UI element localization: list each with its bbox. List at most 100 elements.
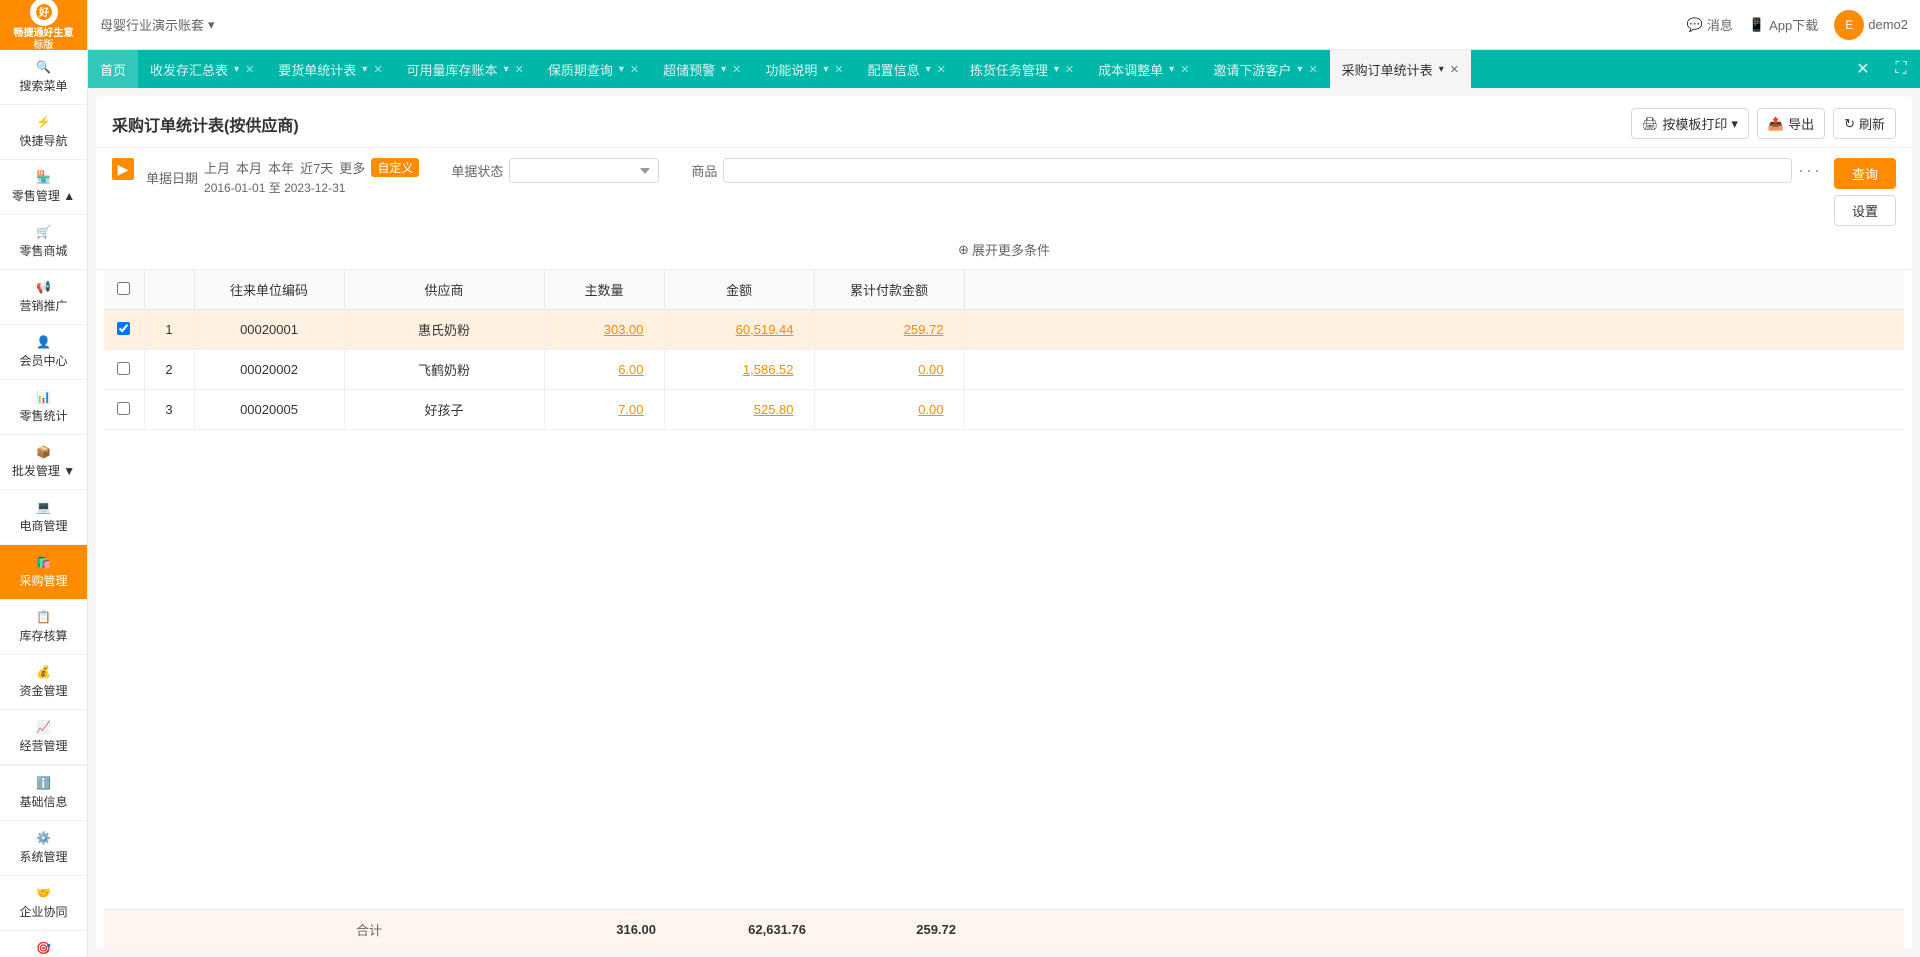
- sidebar-item-search[interactable]: 🔍 搜索菜单: [0, 50, 87, 105]
- app-download-label: App下载: [1769, 15, 1818, 34]
- paid-link[interactable]: 0.00: [918, 362, 943, 377]
- filter-area: ▶ 单据日期 上月 本月 本年 近7天 更多 自定义: [96, 148, 1912, 270]
- tab-close[interactable]: ✕: [732, 63, 741, 76]
- qty-link[interactable]: 6.00: [618, 362, 643, 377]
- tab-label: 可用量库存账本: [407, 60, 498, 79]
- filter-goods-item: 商品 ···: [691, 158, 1822, 183]
- status-select[interactable]: [509, 158, 659, 183]
- paid-link[interactable]: 0.00: [918, 402, 943, 417]
- sidebar-item-enterprise[interactable]: 🤝 企业协同: [0, 876, 87, 931]
- sidebar-item-member[interactable]: 👤 会员中心: [0, 325, 87, 380]
- sidebar-item-label: 搜索菜单: [19, 77, 67, 94]
- close-tab-btn[interactable]: ✕: [1844, 50, 1882, 88]
- shortcut-this-month[interactable]: 本月: [236, 158, 262, 177]
- tab-overstock[interactable]: 超储预警 ▾ ✕: [651, 50, 753, 88]
- sidebar-item-wholesale[interactable]: 📦 批发管理 ▼: [0, 435, 87, 490]
- custom-date-tag[interactable]: 自定义: [371, 158, 419, 177]
- tab-arrow: ▾: [234, 64, 239, 75]
- tab-arrow: ▾: [823, 64, 828, 75]
- template-print-button[interactable]: 🖨 按模板打印 ▾: [1631, 108, 1749, 139]
- td-no: 2: [144, 350, 194, 390]
- amount-link[interactable]: 525.80: [754, 402, 794, 417]
- sidebar-item-operations[interactable]: 📈 经营管理: [0, 710, 87, 765]
- tab-close[interactable]: ✕: [834, 63, 843, 76]
- tab-cost-adjust[interactable]: 成本调整单 ▾ ✕: [1086, 50, 1201, 88]
- user-profile[interactable]: E demo2: [1834, 10, 1908, 40]
- row-checkbox[interactable]: [117, 362, 130, 375]
- tab-picking-task[interactable]: 拣货任务管理 ▾ ✕: [958, 50, 1086, 88]
- avatar-text: E: [1845, 18, 1853, 32]
- sidebar-item-retail-shop[interactable]: 🛒 零售商城: [0, 215, 87, 270]
- shortcut-this-year[interactable]: 本年: [268, 158, 294, 177]
- shortcut-more[interactable]: 更多: [339, 158, 365, 177]
- tab-close[interactable]: ✕: [1308, 63, 1317, 76]
- tab-close[interactable]: ✕: [515, 63, 524, 76]
- page-inner: 采购订单统计表(按供应商) 🖨 按模板打印 ▾ 📤 导出 ↻ 刷新: [96, 96, 1912, 949]
- sidebar-item-retail-stats[interactable]: 📊 零售统计: [0, 380, 87, 435]
- paid-link[interactable]: 259.72: [904, 322, 944, 337]
- sidebar-item-marketing[interactable]: 📢 营销推广: [0, 270, 87, 325]
- expand-more-button[interactable]: ⊕ 展开更多条件: [958, 240, 1050, 259]
- amount-link[interactable]: 60,519.44: [736, 322, 794, 337]
- tab-label: 配置信息: [868, 60, 920, 79]
- sidebar-item-purchase[interactable]: 🛍️ 采购管理: [0, 545, 87, 600]
- page-title: 采购订单统计表(按供应商): [112, 112, 299, 136]
- app-download-btn[interactable]: 📱 App下载: [1749, 15, 1818, 34]
- shortcut-7days[interactable]: 近7天: [300, 158, 333, 177]
- tab-shelf-life[interactable]: 保质期查询 ▾ ✕: [536, 50, 651, 88]
- logo-icon: 好: [30, 0, 58, 26]
- td-extra: [964, 310, 1904, 350]
- select-all-checkbox[interactable]: [117, 282, 130, 295]
- goods-input[interactable]: [723, 158, 1792, 183]
- tab-close[interactable]: ✕: [373, 63, 382, 76]
- tab-order-stats[interactable]: 要货单统计表 ▾ ✕: [266, 50, 394, 88]
- tab-close[interactable]: ✕: [1180, 63, 1189, 76]
- tab-available-inventory[interactable]: 可用量库存账本 ▾ ✕: [395, 50, 536, 88]
- search-button[interactable]: 查询: [1834, 158, 1896, 189]
- tab-invite-downstream[interactable]: 邀请下游客户 ▾ ✕: [1201, 50, 1329, 88]
- sidebar-item-basic[interactable]: ℹ️ 基础信息: [0, 766, 87, 821]
- goods-more-icon[interactable]: ···: [1798, 160, 1822, 181]
- date-shortcuts: 上月 本月 本年 近7天 更多 自定义: [204, 158, 419, 177]
- tab-function-desc[interactable]: 功能说明 ▾ ✕: [753, 50, 855, 88]
- sidebar-item-finance[interactable]: 💰 资金管理: [0, 655, 87, 710]
- data-table: 往来单位编码 供应商 主数量 金额 累计付款金额: [104, 270, 1904, 430]
- tab-config[interactable]: 配置信息 ▾ ✕: [856, 50, 958, 88]
- sidebar-item-label: 库存核算: [19, 627, 67, 644]
- tab-purchase-order-stats[interactable]: 采购订单统计表 ▾ ✕: [1330, 50, 1471, 88]
- sidebar-item-newbie[interactable]: 🎯 新手引导: [0, 931, 87, 957]
- sidebar-item-inventory[interactable]: 📋 库存核算: [0, 600, 87, 655]
- tab-close[interactable]: ✕: [1065, 63, 1074, 76]
- expand-more-row: ⊕ 展开更多条件: [112, 232, 1896, 259]
- finance-icon: 💰: [36, 665, 51, 679]
- filter-expand-button[interactable]: ▶: [112, 158, 134, 180]
- tab-close[interactable]: ✕: [630, 63, 639, 76]
- qty-link[interactable]: 303.00: [604, 322, 644, 337]
- tab-home[interactable]: 首页: [88, 50, 138, 88]
- refresh-button[interactable]: ↻ 刷新: [1833, 108, 1896, 139]
- shortcut-last-month[interactable]: 上月: [204, 158, 230, 177]
- settings-button[interactable]: 设置: [1834, 195, 1896, 226]
- row-checkbox[interactable]: [117, 402, 130, 415]
- tab-close[interactable]: ✕: [245, 63, 254, 76]
- sidebar-item-label: 批发管理 ▼: [12, 462, 75, 479]
- export-button[interactable]: 📤 导出: [1757, 108, 1825, 139]
- tab-close[interactable]: ✕: [937, 63, 946, 76]
- sidebar-item-system[interactable]: ⚙️ 系统管理: [0, 821, 87, 876]
- tab-label: 邀请下游客户: [1213, 60, 1291, 79]
- sidebar-item-retail[interactable]: 🏪 零售管理 ▲: [0, 160, 87, 215]
- row-checkbox[interactable]: [117, 322, 130, 335]
- table-row: 1 00020001 惠氏奶粉 303.00 60,519.44 259.72: [104, 310, 1904, 350]
- amount-link[interactable]: 1,586.52: [743, 362, 794, 377]
- tab-receive-summary[interactable]: 收发存汇总表 ▾ ✕: [138, 50, 266, 88]
- message-btn[interactable]: 💬 消息: [1687, 15, 1733, 34]
- sidebar-item-ecommerce[interactable]: 💻 电商管理: [0, 490, 87, 545]
- qty-link[interactable]: 7.00: [618, 402, 643, 417]
- basic-icon: ℹ️: [36, 776, 51, 790]
- fullscreen-btn[interactable]: ⛶: [1882, 50, 1920, 88]
- sidebar-item-shortcut[interactable]: ⚡ 快捷导航: [0, 105, 87, 160]
- tab-close[interactable]: ✕: [1450, 63, 1459, 76]
- workspace-selector[interactable]: 母婴行业演示账套 ▾: [100, 15, 215, 34]
- sidebar-item-label: 基础信息: [19, 793, 67, 810]
- logo-text: 畅捷通好生意: [14, 28, 74, 40]
